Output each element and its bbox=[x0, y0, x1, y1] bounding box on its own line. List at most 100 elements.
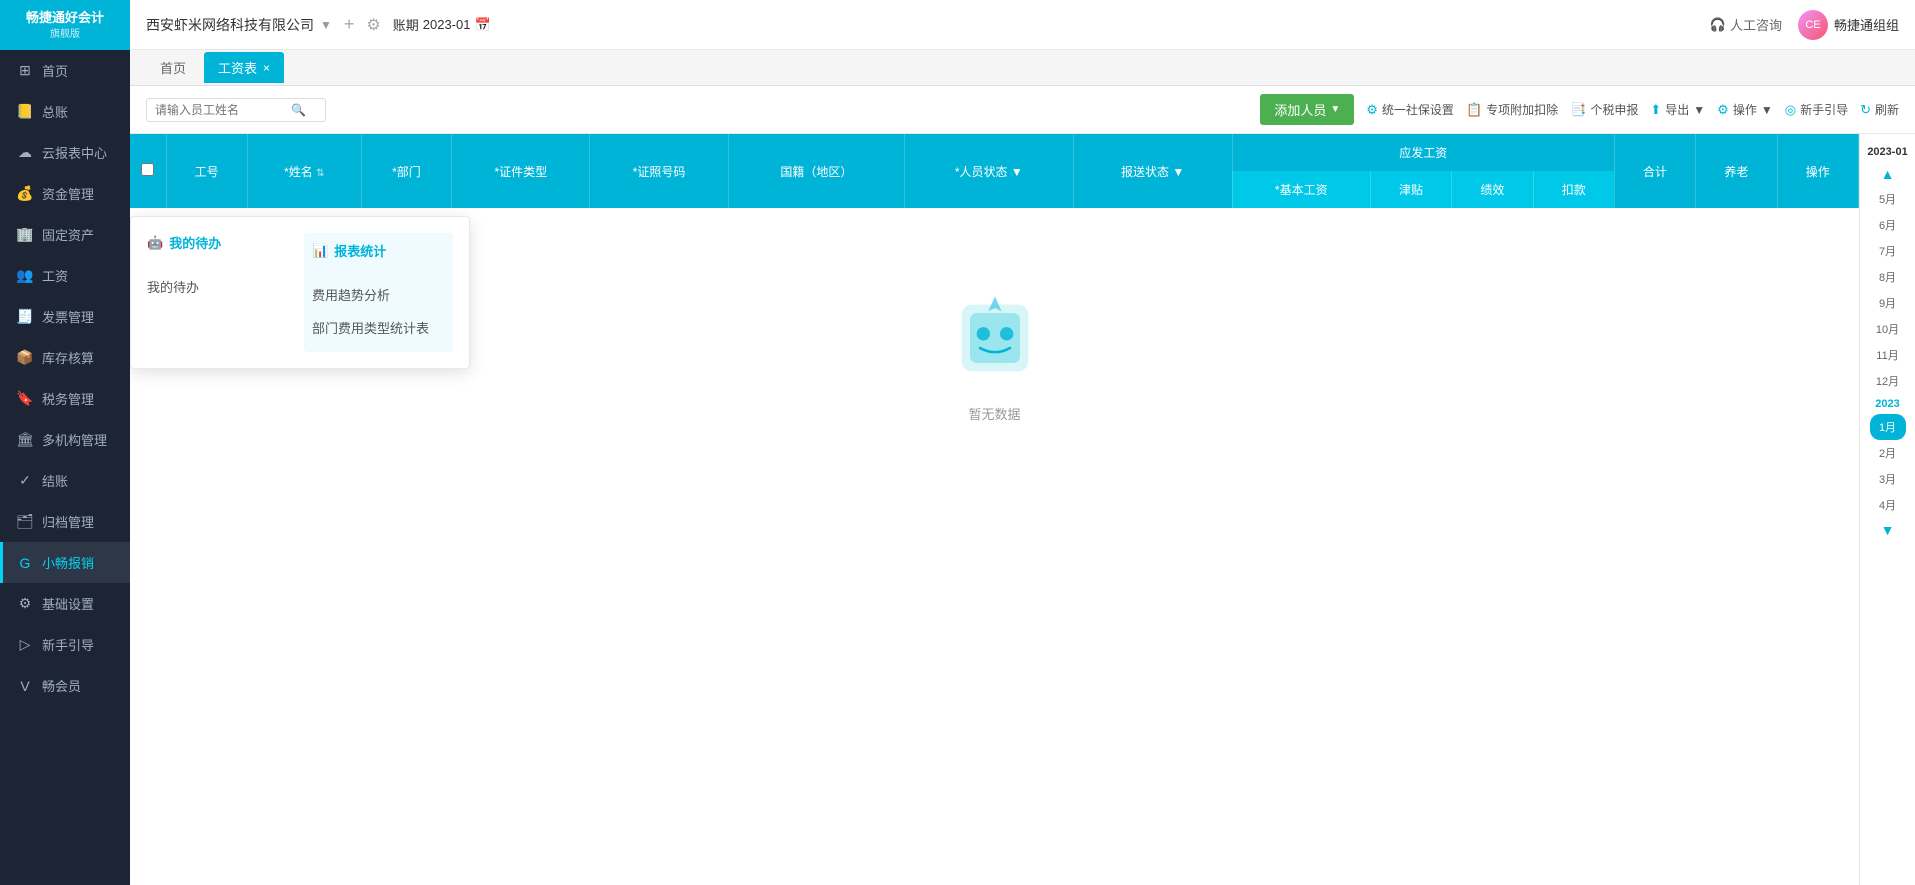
sidebar-item-invoice[interactable]: 🧾发票管理 bbox=[0, 296, 130, 337]
sidebar-item-settlement[interactable]: ✓结账 bbox=[0, 460, 130, 501]
sidebar-icon-fund: 💰 bbox=[16, 185, 34, 202]
person-status-filter-icon[interactable]: ▼ bbox=[1011, 165, 1023, 179]
tab-home[interactable]: 首页 bbox=[146, 52, 200, 83]
settings-icon[interactable]: ⚙ bbox=[366, 15, 380, 35]
toolbar-actions: 添加人员 ▼ ⚙ 统一社保设置 📋 专项附加扣除 📑 个税申报 ⬆ 导出 bbox=[1260, 94, 1899, 125]
col-payable-group: 应发工资 bbox=[1232, 134, 1614, 171]
sidebar-label-tax: 税务管理 bbox=[42, 389, 94, 408]
tabbar: 首页 工资表 × bbox=[130, 50, 1915, 86]
sidebar-item-membership[interactable]: V 畅会员 bbox=[0, 665, 130, 706]
timeline-month-8[interactable]: 8月 bbox=[1860, 264, 1915, 290]
export-action[interactable]: ⬆ 导出 ▼ bbox=[1650, 101, 1705, 118]
timeline-month-4[interactable]: 4月 bbox=[1860, 492, 1915, 518]
add-company-button[interactable]: + bbox=[344, 14, 355, 35]
popup-left-icon: 🤖 bbox=[147, 235, 163, 251]
sidebar-icon-home: ⊞ bbox=[16, 62, 34, 79]
col-name: *姓名 ⇅ bbox=[247, 134, 361, 208]
popup-left-label: 我的待办 bbox=[169, 233, 221, 252]
sidebar-item-fixed-assets[interactable]: 🏢 固定资产 bbox=[0, 214, 130, 255]
col-base-salary: *基本工资 bbox=[1232, 171, 1370, 208]
col-bonus: 津贴 bbox=[1370, 171, 1451, 208]
sidebar-item-ledger[interactable]: 📒总账 bbox=[0, 91, 130, 132]
refresh-action[interactable]: ↻ 刷新 bbox=[1860, 101, 1899, 118]
sidebar-item-xiaochang[interactable]: G小畅报销 bbox=[0, 542, 130, 583]
social-security-label: 统一社保设置 bbox=[1382, 101, 1454, 118]
period-selector[interactable]: 账期 2023-01 📅 bbox=[393, 15, 491, 34]
sidebar-icon-fixed-assets: 🏢 bbox=[16, 226, 34, 243]
operation-action[interactable]: ⚙ 操作 ▼ bbox=[1717, 101, 1773, 118]
timeline-month-6[interactable]: 6月 bbox=[1860, 212, 1915, 238]
popup-left-title: 🤖 我的待办 bbox=[147, 233, 280, 258]
sidebar-item-tax[interactable]: 🔖税务管理 bbox=[0, 378, 130, 419]
popup-item-cost-trend[interactable]: 费用趋势分析 bbox=[312, 278, 445, 311]
sidebar-label-fund: 资金管理 bbox=[42, 184, 94, 203]
sidebar-item-basic-settings[interactable]: ⚙基础设置 bbox=[0, 583, 130, 624]
empty-state-icon bbox=[945, 288, 1045, 388]
sidebar-item-archive[interactable]: 🗂归档管理 bbox=[0, 501, 130, 542]
sidebar-label-inventory: 库存核算 bbox=[42, 348, 94, 367]
social-security-action[interactable]: ⚙ 统一社保设置 bbox=[1366, 101, 1454, 118]
sidebar-label-fixed-assets: 固定资产 bbox=[42, 225, 94, 244]
special-deduct-icon: 📋 bbox=[1466, 102, 1482, 118]
timeline-month-1[interactable]: 1月 bbox=[1870, 414, 1906, 440]
sidebar-label-cloud-report: 云报表中心 bbox=[42, 143, 107, 162]
timeline-month-5[interactable]: 5月 bbox=[1860, 186, 1915, 212]
sidebar-item-payroll[interactable]: 👥工资 bbox=[0, 255, 130, 296]
popup-item-my-todo[interactable]: 我的待办 bbox=[147, 270, 280, 303]
sidebar-item-inventory[interactable]: 📦 库存核算 bbox=[0, 337, 130, 378]
operation-label: 操作 bbox=[1733, 101, 1757, 118]
payroll-table: 工号 *姓名 ⇅ *部门 *证件类型 *证照号码 国籍（地区） *人员状态 ▼ bbox=[130, 134, 1859, 208]
sidebar: 畅捷通好会计 旗舰版 ⊞首页📒总账☁云报表中心💰资金管理🏢固定资产👥工资🧾发票管… bbox=[0, 0, 130, 885]
search-box[interactable]: 🔍 bbox=[146, 98, 326, 122]
calendar-icon: 📅 bbox=[474, 17, 490, 33]
service-icon: 🎧 bbox=[1710, 17, 1726, 33]
timeline-month-10[interactable]: 10月 bbox=[1860, 316, 1915, 342]
col-cert-type: *证件类型 bbox=[452, 134, 590, 208]
add-person-button[interactable]: 添加人员 ▼ bbox=[1260, 94, 1354, 125]
select-all-checkbox[interactable] bbox=[130, 134, 166, 208]
special-deduct-action[interactable]: 📋 专项附加扣除 bbox=[1466, 101, 1558, 118]
dropdown-popup: 🤖 我的待办 我的待办 📊 报表统计 费用趋势分析 部门费用类型统计表 bbox=[130, 216, 470, 369]
tab-close-icon[interactable]: × bbox=[263, 61, 270, 75]
sidebar-label-archive: 归档管理 bbox=[42, 512, 94, 531]
logo-sub: 旗舰版 bbox=[50, 25, 80, 40]
timeline-up-button[interactable]: ▲ bbox=[1881, 162, 1895, 186]
sidebar-item-fund[interactable]: 💰 资金管理 bbox=[0, 173, 130, 214]
social-security-icon: ⚙ bbox=[1366, 102, 1378, 118]
sidebar-icon-xiaochang: G bbox=[16, 555, 34, 571]
sidebar-item-cloud-report[interactable]: ☁ 云报表中心 bbox=[0, 132, 130, 173]
operation-dropdown-arrow: ▼ bbox=[1761, 103, 1773, 117]
new-guide-action[interactable]: ◎ 新手引导 bbox=[1785, 101, 1848, 118]
sidebar-label-ledger: 总账 bbox=[42, 102, 68, 121]
name-sort-icon[interactable]: ⇅ bbox=[316, 168, 324, 179]
col-nation: 国籍（地区） bbox=[728, 134, 905, 208]
export-dropdown-arrow: ▼ bbox=[1693, 103, 1705, 117]
sidebar-label-membership: 畅会员 bbox=[42, 676, 81, 695]
tab-payroll[interactable]: 工资表 × bbox=[204, 52, 284, 83]
sidebar-item-new-guide[interactable]: ▷新手引导 bbox=[0, 624, 130, 665]
search-input[interactable] bbox=[155, 103, 285, 117]
timeline-month-12[interactable]: 12月 bbox=[1860, 368, 1915, 394]
sidebar-item-multi-org[interactable]: 🏛多机构管理 bbox=[0, 419, 130, 460]
company-name: 西安虾米网络科技有限公司 bbox=[146, 15, 314, 35]
report-status-filter-icon[interactable]: ▼ bbox=[1172, 165, 1184, 179]
timeline-month-11[interactable]: 11月 bbox=[1860, 342, 1915, 368]
sidebar-item-home[interactable]: ⊞首页 bbox=[0, 50, 130, 91]
search-icon: 🔍 bbox=[291, 103, 306, 117]
sidebar-icon-cloud-report: ☁ bbox=[16, 144, 34, 161]
popup-item-dept-cost[interactable]: 部门费用类型统计表 bbox=[312, 311, 445, 344]
timeline-down-button[interactable]: ▼ bbox=[1881, 518, 1895, 542]
income-tax-action[interactable]: 📑 个税申报 bbox=[1570, 101, 1638, 118]
user-menu[interactable]: CE 畅捷通组组 bbox=[1798, 10, 1899, 40]
sidebar-icon-membership: V bbox=[16, 678, 34, 694]
content-area: 🔍 添加人员 ▼ ⚙ 统一社保设置 📋 专项附加扣除 📑 个税申报 bbox=[130, 86, 1915, 885]
sidebar-icon-inventory: 📦 bbox=[16, 349, 34, 366]
company-selector[interactable]: 西安虾米网络科技有限公司 ▼ bbox=[146, 15, 332, 35]
timeline-month-3[interactable]: 3月 bbox=[1860, 466, 1915, 492]
timeline-month-9[interactable]: 9月 bbox=[1860, 290, 1915, 316]
add-person-dropdown-arrow: ▼ bbox=[1330, 104, 1340, 115]
customer-service-button[interactable]: 🎧 人工咨询 bbox=[1710, 15, 1782, 34]
timeline-month-7[interactable]: 7月 bbox=[1860, 238, 1915, 264]
export-icon: ⬆ bbox=[1650, 102, 1661, 118]
timeline-month-2[interactable]: 2月 bbox=[1860, 440, 1915, 466]
